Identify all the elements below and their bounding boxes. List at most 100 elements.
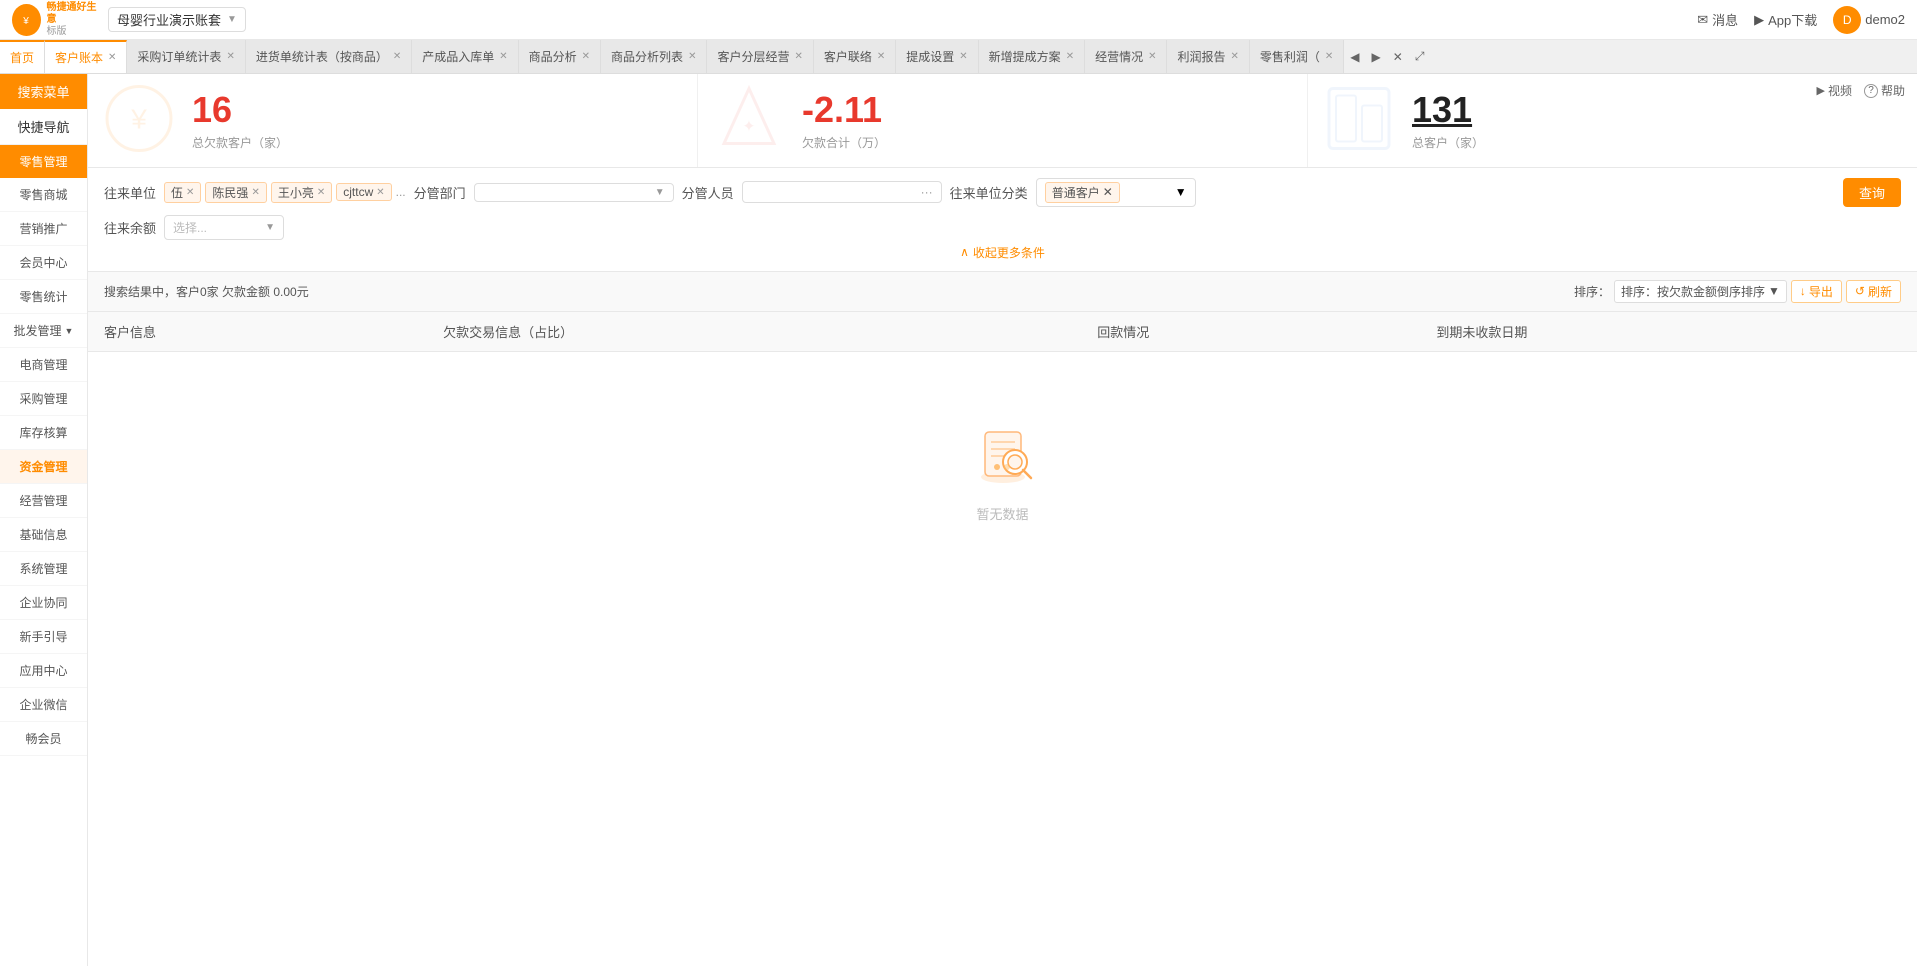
table-header: 客户信息 欠款交易信息（占比） 回款情况 到期未收款日期 — [88, 312, 1917, 352]
dept-select[interactable]: ▼ — [474, 183, 674, 202]
logo-area: ¥ 畅捷通好生意 标版 — [12, 2, 100, 38]
query-button[interactable]: 查询 — [1843, 178, 1901, 207]
tab-close-goods-analysis[interactable]: ✕ — [582, 51, 590, 62]
tab-close-customer-account[interactable]: ✕ — [108, 52, 116, 63]
avatar: D — [1833, 6, 1861, 34]
tab-close-customer-contact[interactable]: ✕ — [877, 51, 885, 62]
dept-filter-label: 分管部门 — [414, 183, 466, 202]
col-debit-info: 欠款交易信息（占比） — [427, 312, 1081, 352]
tab-close-operations[interactable]: ✕ — [1148, 51, 1156, 62]
tab-operations[interactable]: 经营情况 ✕ — [1085, 40, 1167, 74]
sidebar-item-member-center[interactable]: 会员中心 — [0, 246, 87, 280]
tab-close-all[interactable]: ✕ — [1387, 40, 1409, 74]
balance-placeholder: 选择... — [173, 219, 207, 236]
refresh-icon: ↺ — [1855, 284, 1865, 298]
sidebar-item-operations-mgmt[interactable]: 经营管理 — [0, 484, 87, 518]
balance-filter-label: 往来余额 — [104, 218, 156, 237]
tab-close-instock-stats[interactable]: ✕ — [393, 51, 401, 62]
tag-chenminqiang-close[interactable]: ✕ — [251, 187, 259, 198]
tab-close-customer-stratification[interactable]: ✕ — [794, 51, 802, 62]
tag-wangxiaoliang-close[interactable]: ✕ — [317, 187, 325, 198]
tab-close-retail-profit[interactable]: ✕ — [1325, 51, 1333, 62]
tab-nav-left[interactable]: ◀ — [1344, 40, 1365, 74]
tab-commission-settings[interactable]: 提成设置 ✕ — [896, 40, 978, 74]
sidebar-item-inventory[interactable]: 库存核算 — [0, 416, 87, 450]
sidebar-item-app-center[interactable]: 应用中心 — [0, 654, 87, 688]
store-selector-chevron: ▼ — [227, 14, 237, 25]
sidebar-item-retail-mall[interactable]: 零售商城 — [0, 178, 87, 212]
tab-goods-analysis-list[interactable]: 商品分析列表 ✕ — [601, 40, 707, 74]
filter-row-1: 往来单位 伍 ✕ 陈民强 ✕ 王小亮 ✕ cjttcw — [104, 178, 1901, 207]
balance-select[interactable]: 选择... ▼ — [164, 215, 284, 240]
sidebar-item-purchase[interactable]: 采购管理 — [0, 382, 87, 416]
sort-select[interactable]: 排序：按欠款金额倒序排序 ▼ — [1614, 280, 1787, 303]
app-download-nav[interactable]: ▶ App下载 — [1754, 10, 1817, 29]
message-nav[interactable]: ✉ 消息 — [1697, 10, 1738, 29]
sidebar-item-basic-info[interactable]: 基础信息 — [0, 518, 87, 552]
user-avatar-nav[interactable]: D demo2 — [1833, 6, 1905, 34]
sidebar-item-system[interactable]: 系统管理 — [0, 552, 87, 586]
tab-close-profit-report[interactable]: ✕ — [1231, 51, 1239, 62]
help-link[interactable]: ? 帮助 — [1864, 82, 1905, 99]
collapse-button[interactable]: ∧ 收起更多条件 — [960, 244, 1045, 261]
data-table: 客户信息 欠款交易信息（占比） 回款情况 到期未收款日期 — [88, 312, 1917, 352]
tab-close-purchase-order[interactable]: ✕ — [226, 51, 234, 62]
video-link[interactable]: ▶ 视频 — [1817, 82, 1852, 99]
sidebar-search[interactable]: 搜索菜单 — [0, 74, 87, 109]
result-text: 搜索结果中，客户0家 欠款金额 0.00元 — [104, 283, 1566, 300]
tab-customer-stratification[interactable]: 客户分层经营 ✕ — [707, 40, 813, 74]
filter-row-2: 往来余额 选择... ▼ — [104, 215, 1901, 240]
sidebar-item-enterprise-collab[interactable]: 企业协同 — [0, 586, 87, 620]
stat-value-debit-customers: 16 — [192, 90, 673, 130]
sidebar-retail-section[interactable]: 零售管理 — [0, 145, 87, 178]
sidebar-item-finance[interactable]: 资金管理 — [0, 450, 87, 484]
tab-new-commission-plan[interactable]: 新增提成方案 ✕ — [979, 40, 1085, 74]
category-tag-close[interactable]: ✕ — [1103, 185, 1113, 199]
tab-customer-contact[interactable]: 客户联络 ✕ — [814, 40, 896, 74]
sort-label: 排序： — [1574, 283, 1610, 300]
tab-close-new-commission-plan[interactable]: ✕ — [1066, 51, 1074, 62]
tab-product-instock[interactable]: 产成品入库单 ✕ — [412, 40, 518, 74]
tab-close-commission-settings[interactable]: ✕ — [959, 51, 967, 62]
refresh-button[interactable]: ↺ 刷新 — [1846, 280, 1901, 303]
result-bar: 搜索结果中，客户0家 欠款金额 0.00元 排序： 排序：按欠款金额倒序排序 ▼… — [88, 272, 1917, 312]
tab-goods-analysis[interactable]: 商品分析 ✕ — [519, 40, 601, 74]
tab-retail-profit[interactable]: 零售利润（ ✕ — [1250, 40, 1344, 74]
unit-filter-tags: 伍 ✕ 陈民强 ✕ 王小亮 ✕ cjttcw ✕ ... — [164, 182, 406, 203]
tab-instock-stats[interactable]: 进货单统计表（按商品） ✕ — [246, 40, 412, 74]
sidebar-item-beginner-guide[interactable]: 新手引导 — [0, 620, 87, 654]
tab-profit-report[interactable]: 利润报告 ✕ — [1167, 40, 1249, 74]
sidebar-item-marketing[interactable]: 营销推广 — [0, 212, 87, 246]
export-icon: ↓ — [1800, 284, 1806, 298]
tab-home[interactable]: 首页 — [0, 40, 45, 74]
tab-purchase-order[interactable]: 采购订单统计表 ✕ — [127, 40, 245, 74]
collapse-icon: ∧ — [960, 245, 969, 259]
col-customer-info: 客户信息 — [88, 312, 427, 352]
tags-more[interactable]: ... — [396, 185, 406, 199]
help-icon: ? — [1864, 84, 1878, 98]
export-button[interactable]: ↓ 导出 — [1791, 280, 1842, 303]
sidebar-item-enterprise-wechat[interactable]: 企业微信 — [0, 688, 87, 722]
empty-state: 暂无数据 — [88, 352, 1917, 583]
tab-maximize[interactable]: ⤢ — [1409, 40, 1431, 74]
tag-wu-close[interactable]: ✕ — [186, 187, 194, 198]
sort-chevron: ▼ — [1768, 284, 1780, 298]
sidebar-quick-nav[interactable]: 快捷导航 — [0, 109, 87, 145]
person-filter[interactable]: ··· — [742, 181, 942, 203]
store-selector[interactable]: 母婴行业演示账套 ▼ — [108, 7, 246, 32]
tag-cjttcw-close[interactable]: ✕ — [376, 187, 384, 198]
category-select[interactable]: 普通客户 ✕ ▼ — [1036, 178, 1196, 207]
sidebar-item-ecommerce[interactable]: 电商管理 — [0, 348, 87, 382]
person-filter-label: 分管人员 — [682, 183, 734, 202]
stats-top-right: ▶ 视频 ? 帮助 — [1817, 82, 1906, 99]
sidebar-item-chang-member[interactable]: 畅会员 — [0, 722, 87, 756]
sidebar-item-retail-stats[interactable]: 零售统计 — [0, 280, 87, 314]
top-nav-right: ✉ 消息 ▶ App下载 D demo2 — [1697, 6, 1905, 34]
tab-close-product-instock[interactable]: ✕ — [499, 51, 507, 62]
tab-customer-account[interactable]: 客户账本 ✕ — [45, 40, 127, 74]
person-dots[interactable]: ··· — [921, 185, 933, 199]
sidebar-item-wholesale[interactable]: 批发管理 ▼ — [0, 314, 87, 348]
content-area: ¥ 16 总欠款客户（家） ✦ -2.11 欠款合计（ — [88, 74, 1917, 966]
tab-nav-right[interactable]: ▶ — [1366, 40, 1387, 74]
tab-close-goods-analysis-list[interactable]: ✕ — [688, 51, 696, 62]
